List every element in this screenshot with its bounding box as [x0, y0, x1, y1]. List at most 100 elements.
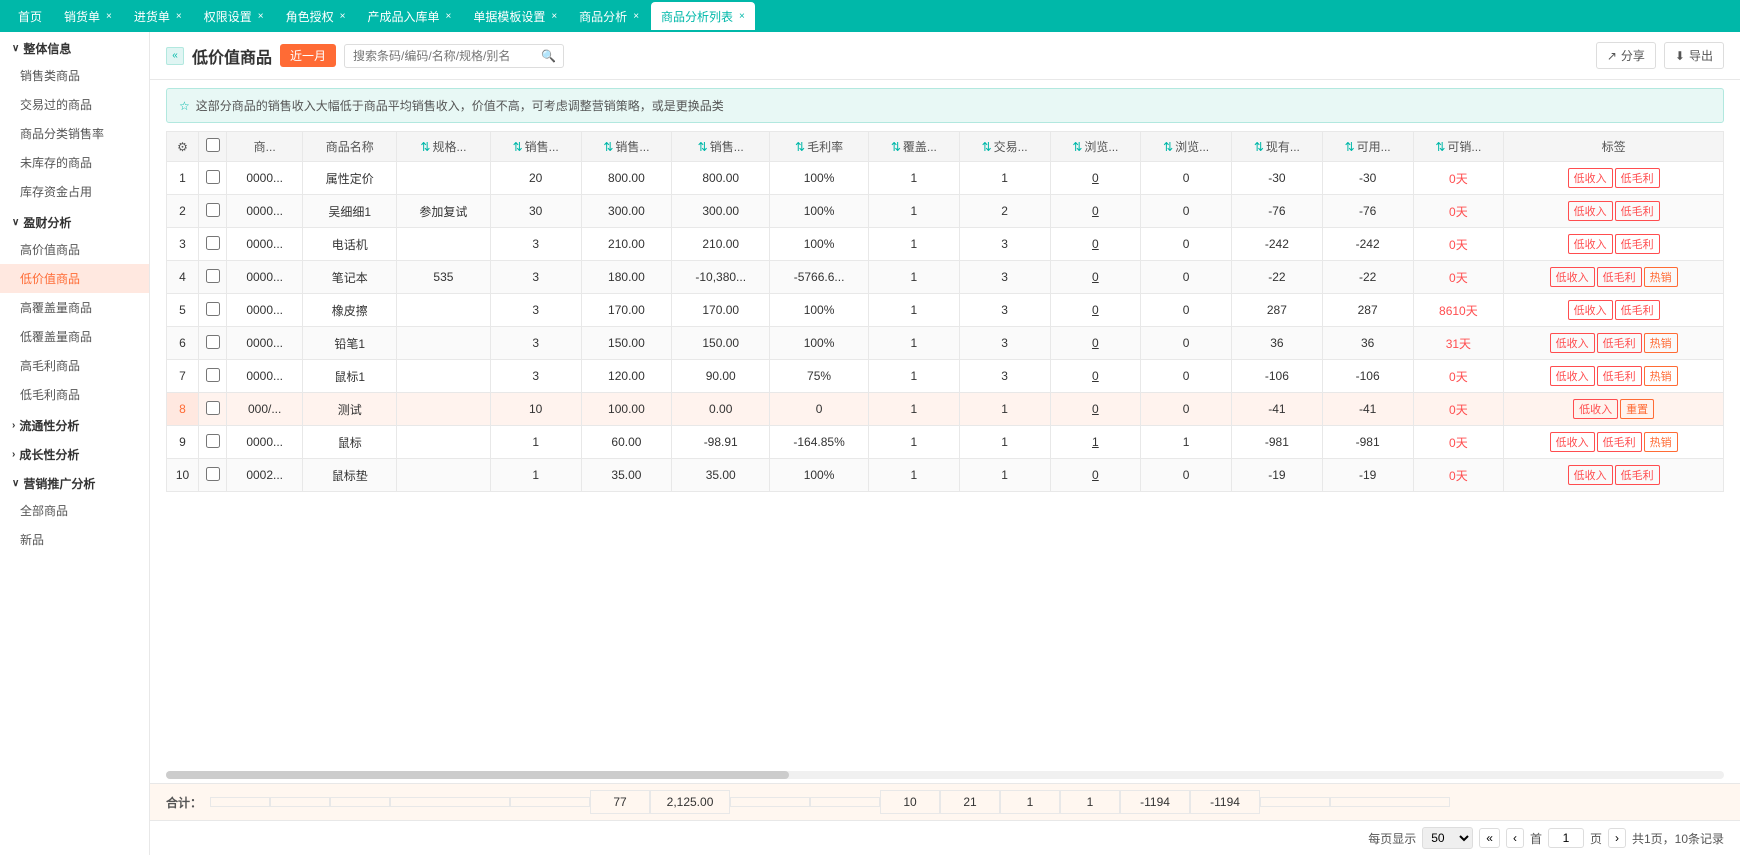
nav-template[interactable]: 单据模板设置 × [463, 2, 567, 30]
row-checkbox-cell[interactable] [199, 261, 227, 294]
browse1-link[interactable]: 0 [1092, 237, 1099, 251]
sidebar-item-capital[interactable]: 库存资金占用 [0, 177, 149, 206]
row-checkbox-cell[interactable] [199, 327, 227, 360]
row-browse1[interactable]: 0 [1050, 360, 1141, 393]
row-browse1[interactable]: 0 [1050, 228, 1141, 261]
select-all-checkbox[interactable] [206, 138, 220, 152]
row-browse1[interactable]: 0 [1050, 459, 1141, 492]
close-icon[interactable]: × [445, 11, 451, 22]
nav-sales[interactable]: 销货单 × [54, 2, 122, 30]
nav-home[interactable]: 首页 [8, 2, 52, 30]
row-checkbox[interactable] [206, 302, 220, 316]
row-checkbox[interactable] [206, 368, 220, 382]
row-spec: 参加复试 [397, 195, 491, 228]
row-checkbox-cell[interactable] [199, 195, 227, 228]
table-container[interactable]: ⚙ 商... 商品名称 ⇅规格... ⇅销售... ⇅销售... ⇅销售... … [150, 131, 1740, 767]
row-checkbox[interactable] [206, 203, 220, 217]
row-checkbox[interactable] [206, 401, 220, 415]
close-icon[interactable]: × [106, 11, 112, 22]
close-icon[interactable]: × [633, 11, 639, 22]
row-checkbox-cell[interactable] [199, 459, 227, 492]
share-button[interactable]: ↗ 分享 [1596, 42, 1656, 69]
sidebar-group-liquidity[interactable]: › 流通性分析 [0, 409, 149, 438]
export-button[interactable]: ⬇ 导出 [1664, 42, 1724, 69]
sidebar-item-low-value[interactable]: 低价值商品 [0, 264, 149, 293]
search-input[interactable] [344, 44, 564, 68]
collapse-button[interactable]: « [166, 47, 184, 65]
browse1-link[interactable]: 0 [1092, 171, 1099, 185]
next-page-button[interactable]: › [1608, 828, 1626, 848]
close-icon[interactable]: × [340, 11, 346, 22]
close-icon[interactable]: × [739, 11, 745, 22]
nav-purchase[interactable]: 进货单 × [124, 2, 192, 30]
browse1-link[interactable]: 0 [1092, 303, 1099, 317]
search-icon[interactable]: 🔍 [541, 49, 556, 63]
sidebar-item-high-cover[interactable]: 高覆盖量商品 [0, 293, 149, 322]
sidebar-item-high-value[interactable]: 高价值商品 [0, 235, 149, 264]
sidebar-item-no-stock[interactable]: 未库存的商品 [0, 148, 149, 177]
close-icon[interactable]: × [176, 11, 182, 22]
th-sale2: ⇅销售... [672, 132, 770, 162]
sidebar-group-finance[interactable]: ∨ 盈财分析 [0, 206, 149, 235]
row-checkbox[interactable] [206, 467, 220, 481]
row-checkbox-cell[interactable] [199, 294, 227, 327]
row-checkbox[interactable] [206, 170, 220, 184]
row-checkbox-cell[interactable] [199, 426, 227, 459]
row-checkbox-cell[interactable] [199, 162, 227, 195]
row-browse1[interactable]: 0 [1050, 195, 1141, 228]
sidebar-group-growth[interactable]: › 成长性分析 [0, 438, 149, 467]
browse1-link[interactable]: 0 [1092, 336, 1099, 350]
row-browse1[interactable]: 1 [1050, 426, 1141, 459]
row-checkbox-cell[interactable] [199, 228, 227, 261]
th-checkbox[interactable] [199, 132, 227, 162]
th-settings[interactable]: ⚙ [167, 132, 199, 162]
tag-badge: 低收入 [1550, 267, 1595, 287]
nav-product-in[interactable]: 产成品入库单 × [357, 2, 461, 30]
browse1-link[interactable]: 0 [1092, 468, 1099, 482]
nav-product-analysis[interactable]: 商品分析 × [569, 2, 649, 30]
first-page-button[interactable]: « [1479, 828, 1500, 848]
sidebar-item-high-margin[interactable]: 高毛利商品 [0, 351, 149, 380]
row-spec [397, 360, 491, 393]
close-icon[interactable]: × [551, 11, 557, 22]
row-checkbox[interactable] [206, 236, 220, 250]
row-days: 0天 [1413, 228, 1504, 261]
page-input[interactable] [1548, 828, 1584, 848]
sidebar-group-overall[interactable]: ∨ 整体信息 [0, 32, 149, 61]
sidebar-item-low-cover[interactable]: 低覆盖量商品 [0, 322, 149, 351]
prev-page-button[interactable]: ‹ [1506, 828, 1524, 848]
nav-permissions[interactable]: 权限设置 × [194, 2, 274, 30]
sidebar-item-traded-goods[interactable]: 交易过的商品 [0, 90, 149, 119]
row-trade: 1 [959, 162, 1050, 195]
sidebar-item-low-margin[interactable]: 低毛利商品 [0, 380, 149, 409]
sidebar-item-category-rate[interactable]: 商品分类销售率 [0, 119, 149, 148]
nav-analysis-list[interactable]: 商品分析列表 × [651, 2, 755, 30]
row-cover: 1 [869, 426, 960, 459]
row-browse1[interactable]: 0 [1050, 261, 1141, 294]
browse1-link[interactable]: 0 [1092, 369, 1099, 383]
browse1-link[interactable]: 0 [1092, 204, 1099, 218]
sidebar-group-marketing[interactable]: ∨ 营销推广分析 [0, 467, 149, 496]
row-checkbox[interactable] [206, 335, 220, 349]
sidebar-item-new-goods[interactable]: 新品 [0, 525, 149, 554]
horizontal-scrollbar[interactable] [166, 771, 1724, 779]
row-browse1[interactable]: 0 [1050, 393, 1141, 426]
browse1-link[interactable]: 1 [1092, 435, 1099, 449]
page-size-select[interactable]: 50 100 200 [1422, 827, 1473, 849]
browse1-link[interactable]: 0 [1092, 270, 1099, 284]
sidebar-item-sales-goods[interactable]: 销售类商品 [0, 61, 149, 90]
row-checkbox-cell[interactable] [199, 393, 227, 426]
row-browse1[interactable]: 0 [1050, 327, 1141, 360]
table-row: 9 0000... 鼠标 1 60.00 -98.91 -164.85% 1 1… [167, 426, 1724, 459]
row-checkbox[interactable] [206, 434, 220, 448]
scrollbar-thumb[interactable] [166, 771, 789, 779]
row-browse1[interactable]: 0 [1050, 162, 1141, 195]
nav-role-auth[interactable]: 角色授权 × [276, 2, 356, 30]
browse1-link[interactable]: 0 [1092, 402, 1099, 416]
row-checkbox[interactable] [206, 269, 220, 283]
sidebar-item-all-goods[interactable]: 全部商品 [0, 496, 149, 525]
close-icon[interactable]: × [258, 11, 264, 22]
row-checkbox-cell[interactable] [199, 360, 227, 393]
row-browse1[interactable]: 0 [1050, 294, 1141, 327]
filter-recent-month-button[interactable]: 近一月 [280, 44, 336, 67]
